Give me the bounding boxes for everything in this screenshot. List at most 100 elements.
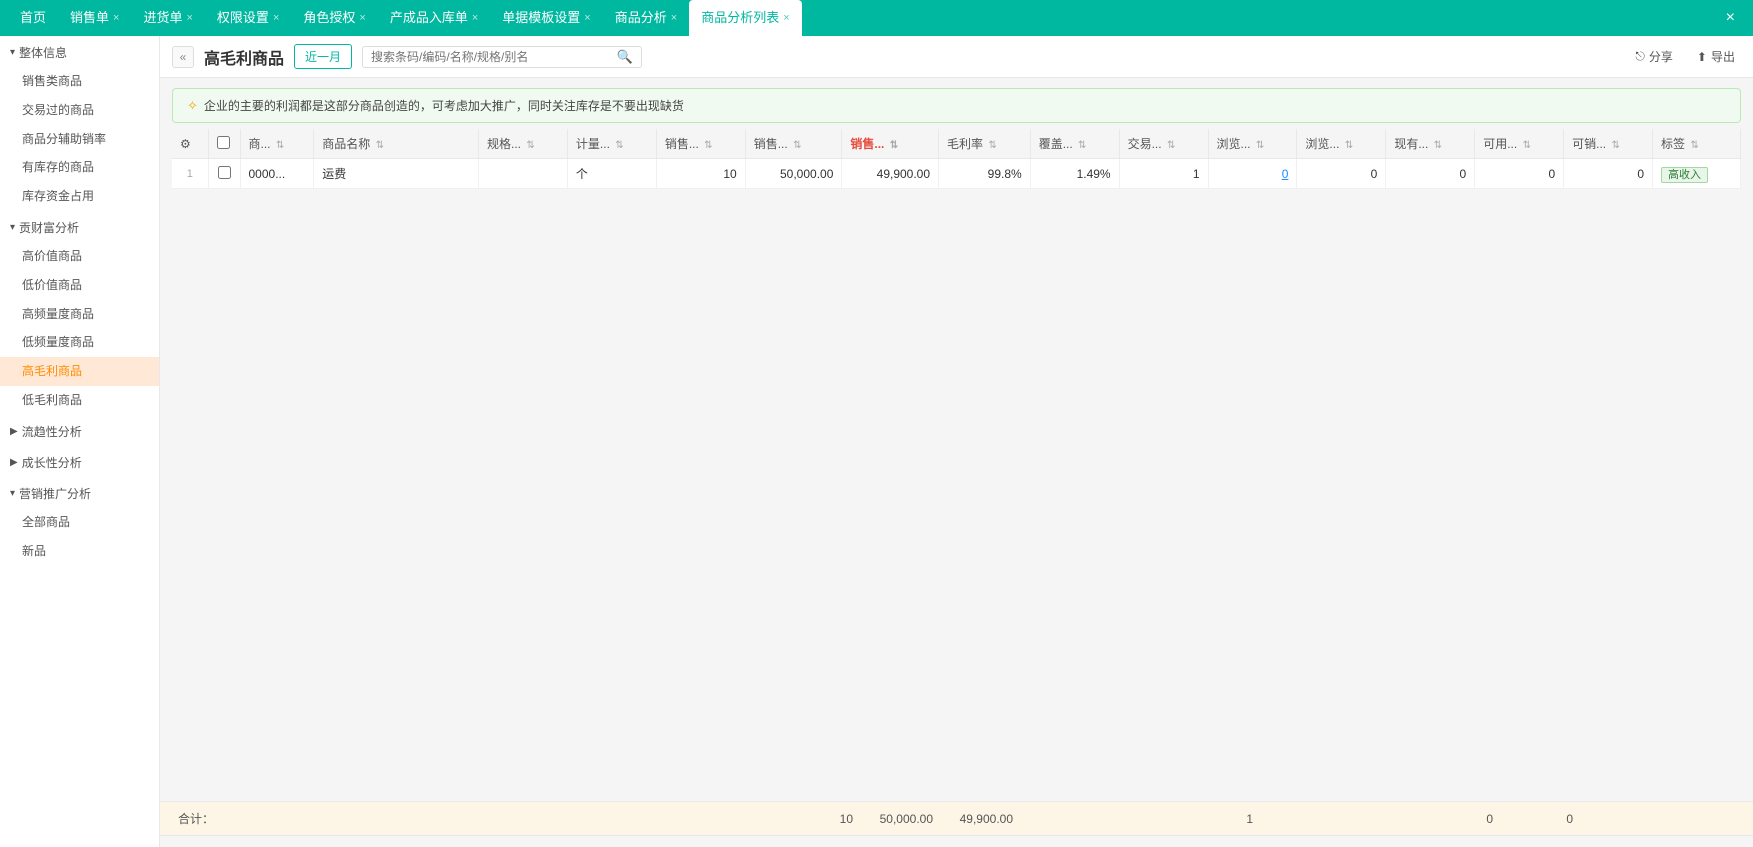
search-icon[interactable]: 🔍	[617, 49, 633, 65]
top-navigation: 首页 销售单 × 进货单 × 权限设置 × 角色授权 × 产成品入库单 × 单据…	[0, 0, 1753, 36]
sidebar-item-low-freq[interactable]: 低频量度商品	[0, 328, 159, 357]
sidebar-group-overall[interactable]: ▾ 整体信息	[0, 36, 159, 67]
nav-sales-order[interactable]: 销售单 ×	[58, 0, 131, 36]
cell-checkbox[interactable]	[208, 159, 240, 189]
col-sales-cost[interactable]: 销售... ⇅	[842, 129, 939, 159]
footer-trade: 1	[1181, 812, 1261, 826]
footer-sales-cost: 49,900.00	[941, 812, 1021, 826]
cell-spec	[479, 159, 568, 189]
sidebar-group-marketing[interactable]: ▾ 营销推广分析	[0, 477, 159, 508]
sidebar-item-new-goods[interactable]: 新品	[0, 537, 159, 566]
goods-table: ⚙ 商... ⇅ 商品名称 ⇅	[172, 129, 1741, 189]
arrow-down-icon-wealth: ▾	[10, 222, 15, 233]
col-sales-amt[interactable]: 销售... ⇅	[745, 129, 842, 159]
sort-icon-spec: ⇅	[526, 140, 534, 151]
cell-browse2: 0	[1297, 159, 1386, 189]
col-browse2[interactable]: 浏览... ⇅	[1297, 129, 1386, 159]
footer-sales-amt: 50,000.00	[861, 812, 941, 826]
content-area: « 高毛利商品 近一月 🔍 ⎋ 分享 ⬆ 导出 ✧ 企业的主要	[160, 36, 1753, 847]
col-checkbox[interactable]	[208, 129, 240, 159]
sidebar-group-trend[interactable]: ▶ 流趋性分析	[0, 415, 159, 446]
sort-icon-unit: ⇅	[615, 140, 623, 151]
nav-purchase-order[interactable]: 进货单 ×	[131, 0, 204, 36]
nav-product-entry[interactable]: 产成品入库单 ×	[378, 0, 490, 36]
cell-browse1[interactable]: 0	[1208, 159, 1297, 189]
sidebar-item-low-value[interactable]: 低价值商品	[0, 271, 159, 300]
sort-icon-saleable: ⇅	[1611, 140, 1619, 151]
sidebar-item-inventory-capital[interactable]: 库存资金占用	[0, 182, 159, 211]
col-available[interactable]: 可用... ⇅	[1475, 129, 1564, 159]
row-checkbox[interactable]	[218, 166, 231, 179]
sort-icon-gross-rate: ⇅	[988, 140, 996, 151]
sidebar-collapse-button[interactable]: «	[172, 46, 194, 68]
sort-icon-name: ⇅	[376, 140, 384, 151]
sidebar-item-sales-goods[interactable]: 销售类商品	[0, 67, 159, 96]
col-cover[interactable]: 覆盖... ⇅	[1030, 129, 1119, 159]
cell-gross-rate: 99.8%	[939, 159, 1031, 189]
sidebar-item-high-freq[interactable]: 高频量度商品	[0, 300, 159, 329]
sort-icon-tag: ⇅	[1690, 140, 1698, 151]
nav-close-role[interactable]: ×	[359, 0, 365, 36]
export-icon: ⬆	[1697, 50, 1707, 64]
col-saleable[interactable]: 可销... ⇅	[1564, 129, 1653, 159]
sidebar-item-high-value[interactable]: 高价值商品	[0, 242, 159, 271]
nav-close-product-entry[interactable]: ×	[472, 0, 478, 36]
col-sales-qty[interactable]: 销售... ⇅	[656, 129, 745, 159]
cell-saleable: 0	[1564, 159, 1653, 189]
footer-available: 0	[1501, 812, 1581, 826]
col-tag[interactable]: 标签 ⇅	[1653, 129, 1741, 159]
col-settings[interactable]: ⚙	[172, 129, 208, 159]
sort-icon-trade: ⇅	[1167, 140, 1175, 151]
sidebar-group-growth[interactable]: ▶ 成长性分析	[0, 446, 159, 477]
nav-close-permission[interactable]: ×	[273, 0, 279, 36]
table-row: 1 0000... 运费 个 10 50,000.00 49,900.00 99…	[172, 159, 1741, 189]
nav-close-purchase[interactable]: ×	[186, 0, 192, 36]
sidebar-item-all-goods[interactable]: 全部商品	[0, 508, 159, 537]
nav-close-goods-analysis[interactable]: ×	[671, 0, 677, 36]
search-input[interactable]	[371, 50, 613, 64]
col-code[interactable]: 商... ⇅	[240, 129, 314, 159]
nav-close-sales[interactable]: ×	[113, 0, 119, 36]
export-button[interactable]: ⬆ 导出	[1691, 45, 1741, 68]
col-name[interactable]: 商品名称 ⇅	[314, 129, 479, 159]
filter-recent-month-button[interactable]: 近一月	[294, 44, 352, 69]
nav-close-bill-template[interactable]: ×	[584, 0, 590, 36]
col-current-stock[interactable]: 现有... ⇅	[1386, 129, 1475, 159]
sidebar-item-inventory-goods[interactable]: 有库存的商品	[0, 153, 159, 182]
nav-bill-template[interactable]: 单据模板设置 ×	[490, 0, 602, 36]
nav-permission-settings[interactable]: 权限设置 ×	[205, 0, 291, 36]
horizontal-scrollbar[interactable]	[160, 835, 1753, 847]
table-container[interactable]: ⚙ 商... ⇅ 商品名称 ⇅	[160, 129, 1753, 801]
col-spec[interactable]: 规格... ⇅	[479, 129, 568, 159]
window-close-button[interactable]: ×	[1716, 9, 1745, 27]
sort-icon-sales-cost: ⇅	[890, 140, 898, 151]
footer-current-stock: 0	[1421, 812, 1501, 826]
sidebar-group-wealth[interactable]: ▾ 贡财富分析	[0, 211, 159, 242]
sort-icon-code: ⇅	[276, 140, 284, 151]
col-unit[interactable]: 计量... ⇅	[567, 129, 656, 159]
col-browse1[interactable]: 浏览... ⇅	[1208, 129, 1297, 159]
share-button[interactable]: ⎋ 分享	[1629, 45, 1679, 68]
footer-sales-qty: 10	[781, 812, 861, 826]
sort-icon-cover: ⇅	[1078, 140, 1086, 151]
cell-sales-amt: 50,000.00	[745, 159, 842, 189]
sidebar-item-high-margin[interactable]: 高毛利商品	[0, 357, 159, 386]
nav-role-auth[interactable]: 角色授权 ×	[291, 0, 377, 36]
nav-goods-analysis-list[interactable]: 商品分析列表 ×	[689, 0, 801, 36]
select-all-checkbox[interactable]	[217, 136, 230, 149]
nav-home[interactable]: 首页	[8, 0, 58, 36]
footer-totals: 合计： 10 50,000.00 49,900.00 1 0 0	[160, 801, 1753, 835]
sidebar-item-traded-goods[interactable]: 交易过的商品	[0, 96, 159, 125]
sort-icon-browse2: ⇅	[1345, 140, 1353, 151]
col-gross-rate[interactable]: 毛利率 ⇅	[939, 129, 1031, 159]
sort-icon-sales-qty: ⇅	[704, 140, 712, 151]
nav-goods-analysis[interactable]: 商品分析 ×	[603, 0, 689, 36]
sort-icon-current-stock: ⇅	[1434, 140, 1442, 151]
sort-icon-available: ⇅	[1523, 140, 1531, 151]
sidebar-item-low-margin[interactable]: 低毛利商品	[0, 386, 159, 415]
sidebar-item-analysis-assist[interactable]: 商品分辅助销率	[0, 125, 159, 154]
main-layout: ▾ 整体信息 销售类商品 交易过的商品 商品分辅助销率 有库存的商品 库存资金占…	[0, 36, 1753, 847]
nav-close-goods-analysis-list[interactable]: ×	[783, 0, 789, 36]
col-trade[interactable]: 交易... ⇅	[1119, 129, 1208, 159]
page-title: 高毛利商品	[204, 45, 284, 69]
